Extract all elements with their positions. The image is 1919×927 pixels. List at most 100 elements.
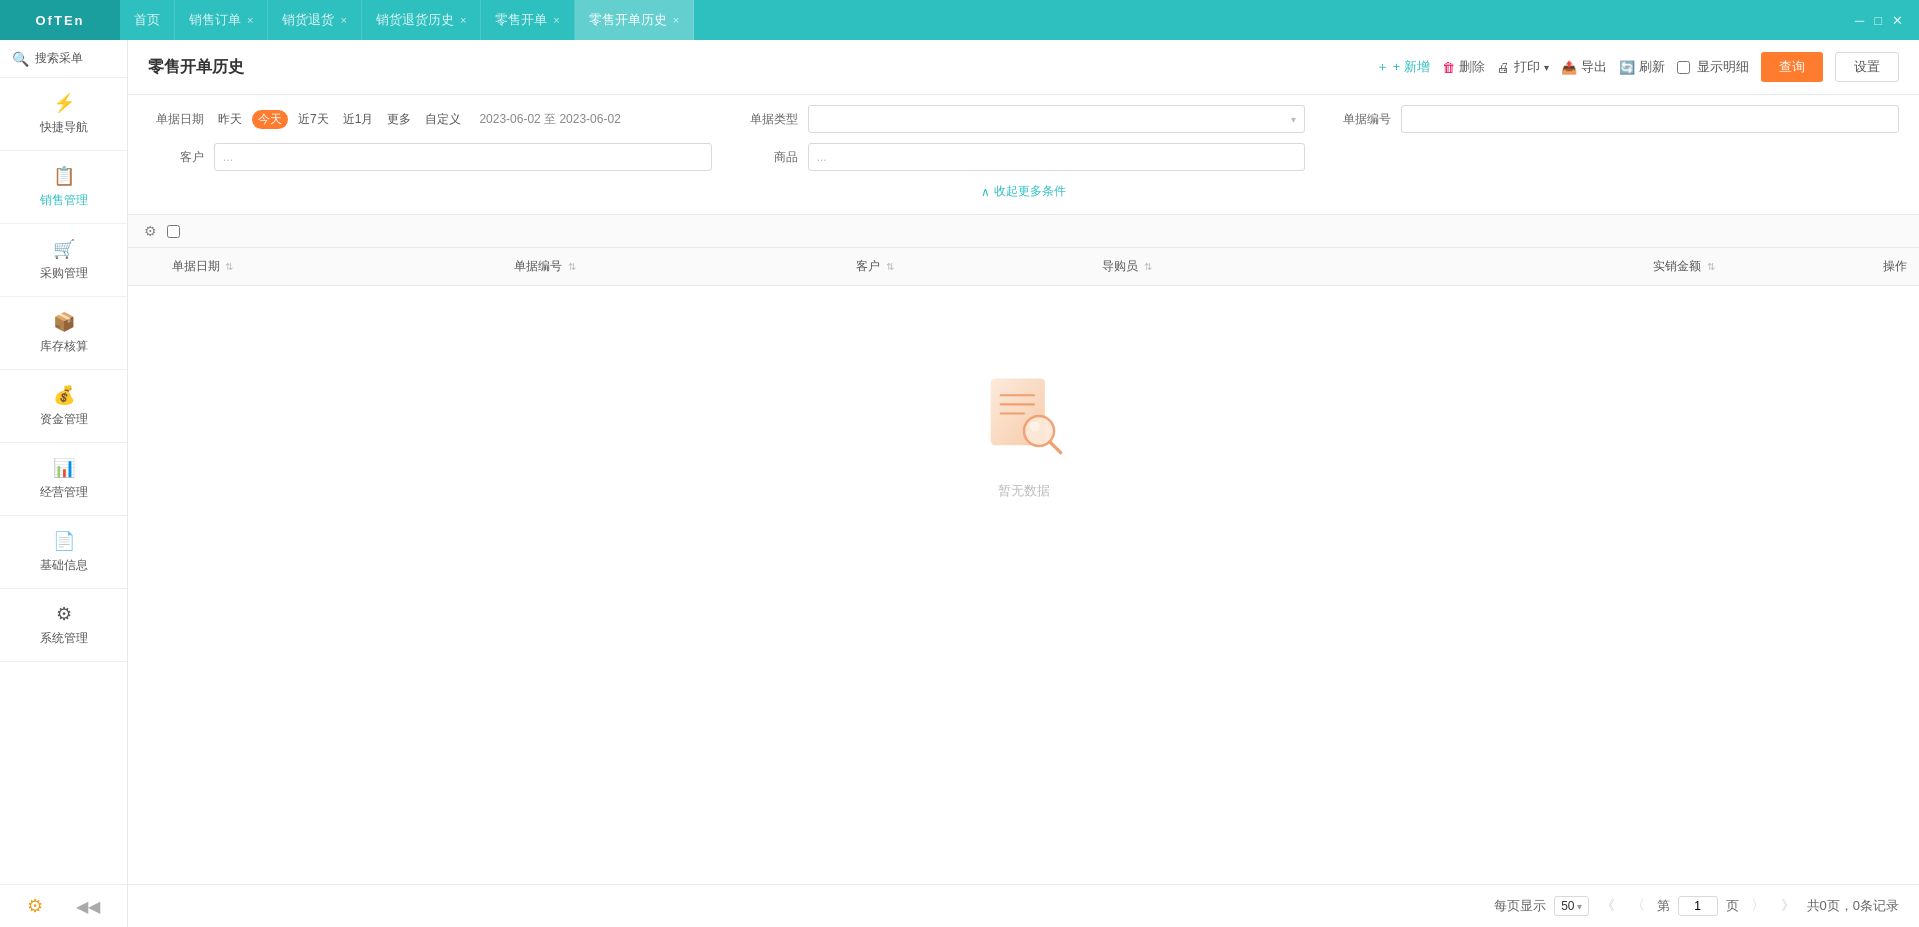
- display-detail-checkbox[interactable]: [1677, 61, 1690, 74]
- sidebar-item-inventory[interactable]: 📦 库存核算: [0, 297, 127, 370]
- sales-mgmt-icon: 📋: [53, 165, 75, 187]
- th-no[interactable]: 单据编号 ⇅: [502, 248, 844, 286]
- doc-type-arrow: ▾: [1291, 114, 1296, 125]
- page-size-arrow: ▾: [1577, 901, 1582, 912]
- date-btn-more[interactable]: 更多: [383, 109, 415, 130]
- sidebar-item-basic-info[interactable]: 📄 基础信息: [0, 516, 127, 589]
- tab-retail-open-close[interactable]: ×: [553, 14, 559, 26]
- tab-sales-return-history-close[interactable]: ×: [460, 14, 466, 26]
- sidebar-search[interactable]: 🔍 搜索采单: [0, 40, 127, 78]
- date-btn-custom[interactable]: 自定义: [421, 109, 465, 130]
- tab-home[interactable]: 首页: [120, 0, 175, 40]
- sidebar-item-sys-mgmt[interactable]: ⚙ 系统管理: [0, 589, 127, 662]
- window-close-btn[interactable]: ✕: [1892, 13, 1903, 28]
- filter-collapse-btn[interactable]: ∧ 收起更多条件: [148, 179, 1899, 204]
- inventory-icon: 📦: [53, 311, 75, 333]
- sidebar-item-operations[interactable]: 📊 经营管理: [0, 443, 127, 516]
- tab-sales-return-close[interactable]: ×: [340, 14, 346, 26]
- page-last-btn[interactable]: 》: [1777, 895, 1799, 917]
- tab-retail-open-history-close[interactable]: ×: [673, 14, 679, 26]
- doc-type-select[interactable]: ▾: [808, 105, 1306, 133]
- page-size-select[interactable]: 50 ▾: [1554, 896, 1588, 916]
- set-button[interactable]: 设置: [1835, 52, 1899, 82]
- tab-sales-return-history-label: 销货退货历史: [376, 11, 454, 29]
- delete-icon: 🗑: [1442, 60, 1455, 75]
- sidebar-item-operations-label: 经营管理: [40, 484, 88, 501]
- th-action: 操作: [1727, 248, 1919, 286]
- doc-type-label: 单据类型: [742, 111, 798, 128]
- toolbar-actions: ＋ + 新增 🗑 删除 🖨 打印 ▾ 📤 导出 🔄: [1376, 52, 1899, 82]
- date-btn-yesterday[interactable]: 昨天: [214, 109, 246, 130]
- tab-sales-order-close[interactable]: ×: [247, 14, 253, 26]
- finance-icon: 💰: [53, 384, 75, 406]
- table-settings-icon[interactable]: ⚙: [144, 223, 157, 239]
- sidebar-item-purchase-mgmt-label: 采购管理: [40, 265, 88, 282]
- customer-placeholder: ...: [223, 150, 233, 164]
- customer-input[interactable]: ...: [214, 143, 712, 171]
- tab-bar: OfTEn 首页 销售订单 × 销货退货 × 销货退货历史 × 零售开单 × 零…: [0, 0, 1839, 40]
- th-actual-amount[interactable]: 实销金额 ⇅: [1384, 248, 1726, 286]
- page-input[interactable]: [1678, 896, 1718, 916]
- filter-row-1: 单据日期 昨天 今天 近7天 近1月 更多 自定义 2023-06-02 至 2…: [148, 105, 1899, 133]
- page-size-value: 50: [1561, 899, 1574, 913]
- tab-retail-open-history[interactable]: 零售开单历史 ×: [575, 0, 694, 40]
- empty-text: 暂无数据: [998, 482, 1050, 500]
- sidebar: 🔍 搜索采单 ⚡ 快捷导航 📋 销售管理 🛒 采购管理 📦 库存核算 💰 资金管…: [0, 40, 128, 927]
- tab-sales-return-history[interactable]: 销货退货历史 ×: [362, 0, 481, 40]
- th-salesperson[interactable]: 导购员 ⇅: [1090, 248, 1384, 286]
- sidebar-settings-icon[interactable]: ⚙: [27, 895, 43, 917]
- date-btn-last7days[interactable]: 近7天: [294, 109, 333, 130]
- collapse-label: 收起更多条件: [994, 183, 1066, 200]
- sidebar-collapse-icon[interactable]: ◀◀: [76, 897, 100, 916]
- page-header: 零售开单历史 ＋ + 新增 🗑 删除 🖨 打印 ▾ 📤 导出: [128, 40, 1919, 95]
- th-no-sort[interactable]: ⇅: [568, 261, 576, 272]
- sidebar-item-sales-mgmt[interactable]: 📋 销售管理: [0, 151, 127, 224]
- date-btn-last1month[interactable]: 近1月: [339, 109, 378, 130]
- export-button[interactable]: 📤 导出: [1561, 58, 1607, 76]
- filter-doc-type-field: 单据类型 ▾: [742, 105, 1306, 133]
- th-customer-label: 客户: [856, 259, 880, 273]
- page-first-btn[interactable]: 《: [1597, 895, 1619, 917]
- svg-line-6: [1049, 442, 1060, 453]
- tab-sales-order[interactable]: 销售订单 ×: [175, 0, 268, 40]
- window-min-btn[interactable]: ─: [1855, 13, 1864, 28]
- add-icon: ＋: [1376, 58, 1389, 76]
- add-button[interactable]: ＋ + 新增: [1376, 58, 1430, 76]
- tab-retail-open[interactable]: 零售开单 ×: [481, 0, 574, 40]
- sidebar-item-quick-nav[interactable]: ⚡ 快捷导航: [0, 78, 127, 151]
- date-btn-today[interactable]: 今天: [252, 110, 288, 129]
- per-page-label: 每页显示: [1494, 897, 1546, 915]
- print-button[interactable]: 🖨 打印 ▾: [1497, 58, 1549, 76]
- display-detail-label: 显示明细: [1697, 58, 1749, 76]
- window-max-btn[interactable]: □: [1874, 13, 1882, 28]
- collapse-arrow-icon: ∧: [981, 185, 990, 199]
- product-input[interactable]: ...: [808, 143, 1306, 171]
- display-detail-button[interactable]: 显示明细: [1677, 58, 1749, 76]
- page-next-btn[interactable]: 〉: [1747, 895, 1769, 917]
- query-button[interactable]: 查询: [1761, 52, 1823, 82]
- content-area: 零售开单历史 ＋ + 新增 🗑 删除 🖨 打印 ▾ 📤 导出: [128, 40, 1919, 927]
- page-prev-btn[interactable]: 〈: [1627, 895, 1649, 917]
- sidebar-item-sys-mgmt-label: 系统管理: [40, 630, 88, 647]
- th-date[interactable]: 单据日期 ⇅: [160, 248, 502, 286]
- delete-button[interactable]: 🗑 删除: [1442, 58, 1485, 76]
- th-actual-amount-sort[interactable]: ⇅: [1707, 261, 1715, 272]
- th-customer-sort[interactable]: ⇅: [886, 261, 894, 272]
- export-icon: 📤: [1561, 60, 1577, 75]
- tab-sales-return[interactable]: 销货退货 ×: [268, 0, 361, 40]
- empty-state-row: 暂无数据: [128, 286, 1919, 581]
- customer-label: 客户: [148, 149, 204, 166]
- date-label: 单据日期: [148, 111, 204, 128]
- sidebar-item-purchase-mgmt[interactable]: 🛒 采购管理: [0, 224, 127, 297]
- th-salesperson-sort[interactable]: ⇅: [1144, 261, 1152, 272]
- th-date-label: 单据日期: [172, 259, 220, 273]
- select-all-checkbox[interactable]: [167, 225, 180, 238]
- th-checkbox: [128, 248, 160, 286]
- th-date-sort[interactable]: ⇅: [225, 261, 233, 272]
- filter-section: 单据日期 昨天 今天 近7天 近1月 更多 自定义 2023-06-02 至 2…: [128, 95, 1919, 215]
- th-customer[interactable]: 客户 ⇅: [844, 248, 1090, 286]
- doc-no-input[interactable]: [1401, 105, 1899, 133]
- sidebar-item-finance[interactable]: 💰 资金管理: [0, 370, 127, 443]
- th-actual-amount-label: 实销金额: [1653, 259, 1701, 273]
- refresh-button[interactable]: 🔄 刷新: [1619, 58, 1665, 76]
